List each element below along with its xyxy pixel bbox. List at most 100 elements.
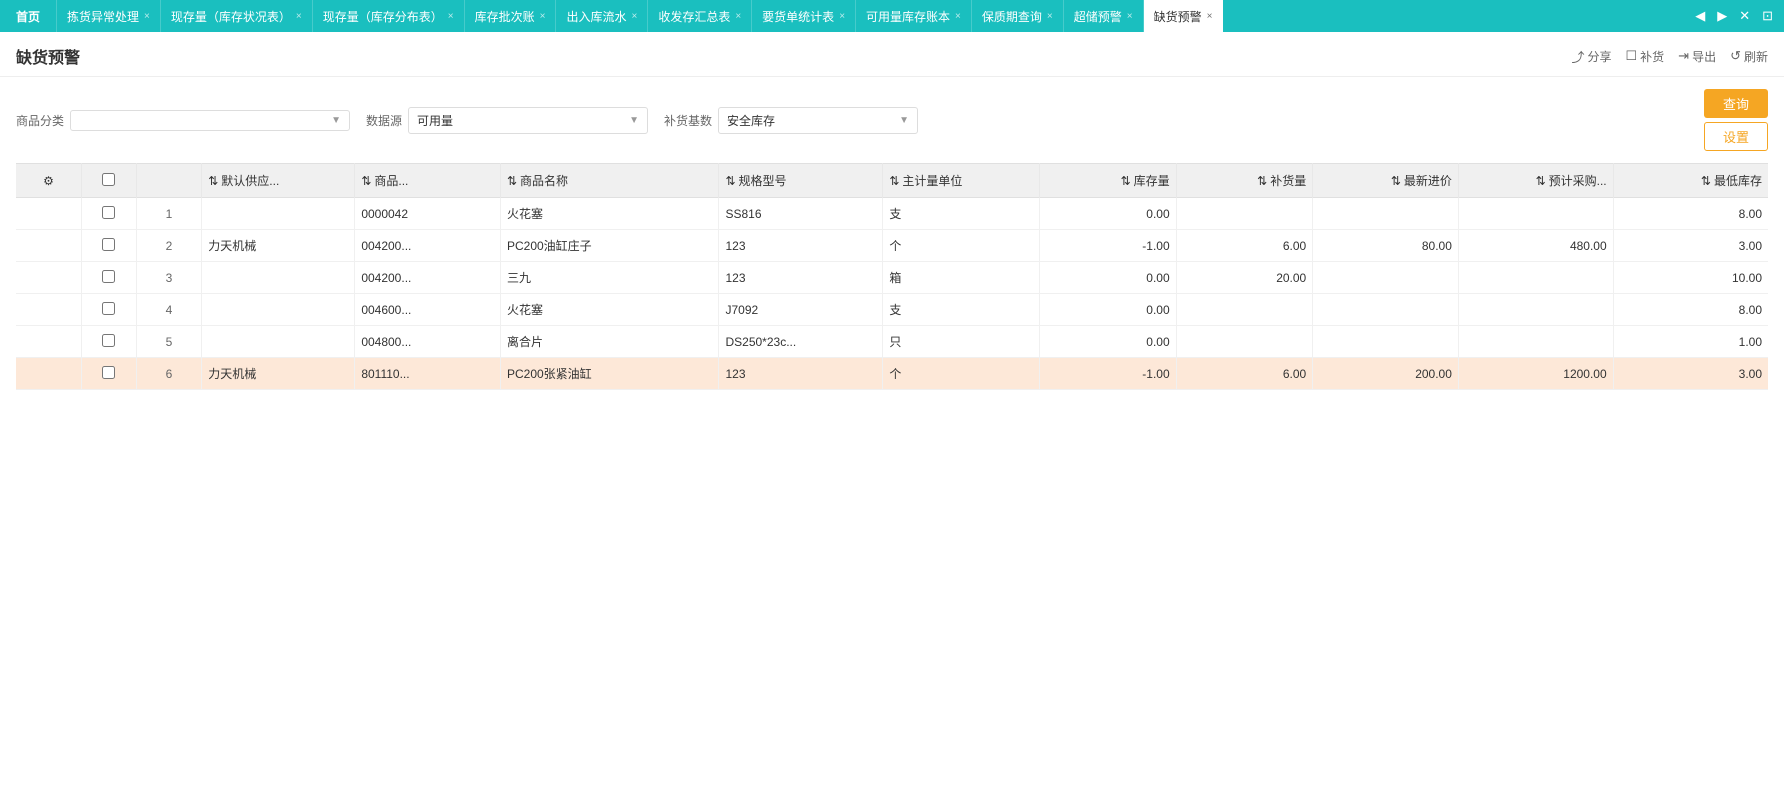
close-tab-icon-demand-stats[interactable]: ×: [839, 11, 845, 22]
category-select[interactable]: ▼: [70, 110, 350, 131]
nav-tab-overstock-warning[interactable]: 超储预警×: [1064, 0, 1144, 32]
row-supplier: 力天机械: [202, 230, 355, 262]
row-gear-cell: [16, 230, 82, 262]
row-name: 三九: [500, 262, 719, 294]
row-replenish: [1176, 198, 1313, 230]
table-row: 1 0000042 火花塞 SS816 支 0.00 8.00: [16, 198, 1768, 230]
row-supplier: [202, 198, 355, 230]
nav-tab-recv-summary[interactable]: 收发存汇总表×: [648, 0, 752, 32]
row-gear-cell: [16, 198, 82, 230]
share-button[interactable]: ⤴ 分享: [1571, 47, 1611, 66]
nav-tab-stock-batch[interactable]: 库存批次账×: [465, 0, 557, 32]
replenish-button[interactable]: ☐ 补货: [1625, 48, 1664, 65]
row-seq: 4: [136, 294, 202, 326]
th-replenish-label: 补货量: [1270, 172, 1306, 189]
close-tab-icon-overstock-warning[interactable]: ×: [1127, 11, 1133, 22]
close-tab-icon-recv-summary[interactable]: ×: [735, 11, 741, 22]
close-tab-icon-stock-batch[interactable]: ×: [540, 11, 546, 22]
row-checkbox-0[interactable]: [102, 206, 115, 219]
close-tab-icon-shortage-warning[interactable]: ×: [1207, 11, 1213, 22]
nav-tab-current-stock-status[interactable]: 现存量（库存状况表）×: [161, 0, 313, 32]
row-checkbox-3[interactable]: [102, 302, 115, 315]
close-tab-icon-current-stock-status[interactable]: ×: [296, 11, 302, 22]
row-latest-price: [1313, 326, 1459, 358]
table-container: ⚙ ⇅ 默认供应... ⇅ 商: [0, 163, 1784, 390]
replenish-base-select[interactable]: 安全库存 ▼: [718, 107, 918, 134]
nav-tab-available-ledger[interactable]: 可用量库存账本×: [856, 0, 972, 32]
nav-tab-current-stock-dist[interactable]: 现存量（库存分布表）×: [313, 0, 465, 32]
th-seq: [136, 164, 202, 198]
table-row: 2 力天机械 004200... PC200油缸庄子 123 个 -1.00 6…: [16, 230, 1768, 262]
row-unit: 个: [883, 358, 1040, 390]
row-replenish: 20.00: [1176, 262, 1313, 294]
row-stock: -1.00: [1040, 230, 1177, 262]
close-tab-icon-defect-handling[interactable]: ×: [144, 11, 150, 22]
row-code: 004200...: [355, 230, 501, 262]
row-code: 004600...: [355, 294, 501, 326]
row-spec: J7092: [719, 294, 883, 326]
table-row: 4 004600... 火花塞 J7092 支 0.00 8.00: [16, 294, 1768, 326]
query-button[interactable]: 查询: [1704, 89, 1768, 118]
row-supplier: [202, 326, 355, 358]
row-check-cell: [82, 262, 137, 294]
datasource-select[interactable]: 可用量 ▼: [408, 107, 648, 134]
row-seq: 5: [136, 326, 202, 358]
row-stock: 0.00: [1040, 294, 1177, 326]
row-latest-price: [1313, 294, 1459, 326]
table-row: 6 力天机械 801110... PC200张紧油缸 123 个 -1.00 6…: [16, 358, 1768, 390]
row-min-stock: 3.00: [1613, 358, 1768, 390]
row-gear-cell: [16, 326, 82, 358]
row-code: 004200...: [355, 262, 501, 294]
row-checkbox-1[interactable]: [102, 238, 115, 251]
row-min-stock: 3.00: [1613, 230, 1768, 262]
nav-next-btn[interactable]: ▶: [1712, 6, 1732, 26]
row-gear-cell: [16, 358, 82, 390]
replenish-base-arrow-icon: ▼: [899, 115, 909, 126]
select-all-checkbox[interactable]: [102, 173, 115, 186]
row-spec: 123: [719, 358, 883, 390]
th-name: ⇅ 商品名称: [500, 164, 719, 198]
th-replenish: ⇅ 补货量: [1176, 164, 1313, 198]
table-header-row: ⚙ ⇅ 默认供应... ⇅ 商: [16, 164, 1768, 198]
row-spec: SS816: [719, 198, 883, 230]
close-tab-icon-current-stock-dist[interactable]: ×: [448, 11, 454, 22]
row-estimated: [1458, 262, 1613, 294]
row-replenish: [1176, 326, 1313, 358]
th-code: ⇅ 商品...: [355, 164, 501, 198]
th-estimated-label: 预计采购...: [1549, 172, 1607, 189]
nav-prev-btn[interactable]: ◀: [1690, 6, 1710, 26]
row-checkbox-4[interactable]: [102, 334, 115, 347]
nav-tab-shortage-warning[interactable]: 缺货预警×: [1144, 0, 1224, 32]
th-unit-label: 主计量单位: [902, 172, 962, 189]
th-supplier: ⇅ 默认供应...: [202, 164, 355, 198]
row-checkbox-5[interactable]: [102, 366, 115, 379]
close-tab-icon-expiry-query[interactable]: ×: [1047, 11, 1053, 22]
action-buttons: 查询 设置: [1704, 89, 1768, 151]
th-min-stock-label: 最低库存: [1714, 172, 1762, 189]
nav-close-btn[interactable]: ✕: [1734, 6, 1755, 26]
nav-tab-inout-flow[interactable]: 出入库流水×: [556, 0, 648, 32]
nav-tab-demand-stats[interactable]: 要货单统计表×: [752, 0, 856, 32]
nav-tab-expiry-query[interactable]: 保质期查询×: [972, 0, 1064, 32]
th-gear: ⚙: [16, 164, 82, 198]
row-latest-price: 200.00: [1313, 358, 1459, 390]
row-check-cell: [82, 326, 137, 358]
nav-fullscreen-btn[interactable]: ⊡: [1757, 6, 1778, 26]
close-tab-icon-available-ledger[interactable]: ×: [955, 11, 961, 22]
export-button[interactable]: ⇥ 导出: [1678, 48, 1716, 65]
refresh-button[interactable]: ↺ 刷新: [1730, 48, 1768, 65]
row-estimated: 1200.00: [1458, 358, 1613, 390]
gear-icon[interactable]: ⚙: [43, 174, 54, 188]
row-seq: 1: [136, 198, 202, 230]
row-checkbox-2[interactable]: [102, 270, 115, 283]
row-supplier: 力天机械: [202, 358, 355, 390]
nav-tab-home[interactable]: 首页: [0, 0, 57, 32]
row-code: 0000042: [355, 198, 501, 230]
close-tab-icon-inout-flow[interactable]: ×: [631, 11, 637, 22]
category-filter: 商品分类 ▼: [16, 110, 350, 131]
settings-button[interactable]: 设置: [1704, 122, 1768, 151]
th-min-stock: ⇅ 最低库存: [1613, 164, 1768, 198]
top-nav: 首页拣货异常处理×现存量（库存状况表）×现存量（库存分布表）×库存批次账×出入库…: [0, 0, 1784, 32]
header-actions: ⤴ 分享 ☐ 补货 ⇥ 导出 ↺ 刷新: [1571, 47, 1768, 66]
nav-tab-defect-handling[interactable]: 拣货异常处理×: [57, 0, 161, 32]
